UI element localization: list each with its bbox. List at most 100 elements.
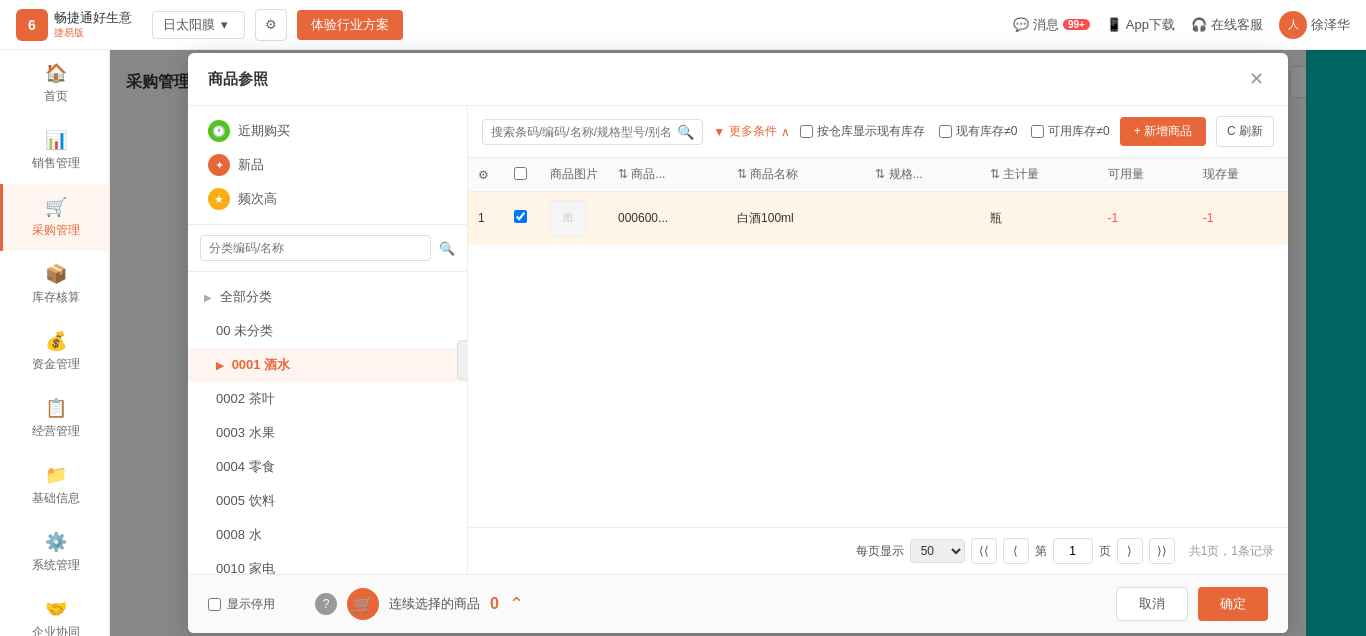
page-total: 共1页，1条记录	[1189, 543, 1274, 560]
modal-header: 商品参照 ✕	[188, 53, 1288, 106]
category-search-input[interactable]	[200, 235, 431, 261]
check-warehouse-label[interactable]: 按仓库显示现有库存	[800, 123, 925, 140]
select-all-checkbox[interactable]	[514, 167, 527, 180]
sidebar-item-basics[interactable]: 📁 基础信息	[0, 452, 109, 519]
user-nav[interactable]: 人 徐泽华	[1279, 11, 1350, 39]
message-nav[interactable]: 💬 消息 99+	[1013, 16, 1090, 34]
modal-title: 商品参照	[208, 70, 268, 89]
brand-text: 畅捷通好生意 捷易版	[54, 10, 132, 40]
cat-tea[interactable]: 0002 茶叶	[188, 382, 467, 416]
logo-icon: 6	[16, 9, 48, 41]
sidebar: 🏠 首页 📊 销售管理 🛒 采购管理 📦 库存核算 💰 资金管理 📋 经营管理 …	[0, 50, 110, 636]
message-icon: 💬	[1013, 17, 1029, 32]
top-nav: 6 畅捷通好生意 捷易版 日太阳膜 ▾ ⚙ 体验行业方案 💬 消息 99+ 📱 …	[0, 0, 1366, 50]
trial-button[interactable]: 体验行业方案	[297, 10, 403, 40]
finance-icon: 💰	[45, 330, 67, 352]
th-spec: ⇅ 规格...	[865, 158, 979, 192]
cat-fruit[interactable]: 0003 水果	[188, 416, 467, 450]
cat-uncategorized[interactable]: 00 未分类	[188, 314, 467, 348]
filter-icon: ▼	[713, 125, 725, 139]
cat-water[interactable]: 0008 水	[188, 518, 467, 552]
sidebar-item-purchase[interactable]: 🛒 采购管理	[0, 184, 109, 251]
sidebar-item-business[interactable]: 📋 经营管理	[0, 385, 109, 452]
row-name: 白酒100ml	[727, 192, 865, 245]
per-page-select[interactable]: 10 20 50 100	[910, 539, 965, 563]
cat-search-icon[interactable]: 🔍	[439, 241, 455, 256]
sidebar-item-inventory[interactable]: 📦 库存核算	[0, 251, 109, 318]
system-icon: ⚙️	[45, 531, 67, 553]
collapse-selected-button[interactable]: ⌃	[509, 593, 524, 615]
company-selector[interactable]: 日太阳膜 ▾	[152, 11, 245, 39]
sort-icon: ⇅	[618, 167, 628, 181]
cat-drinks[interactable]: 0005 饮料	[188, 484, 467, 518]
sidebar-item-system[interactable]: ⚙️ 系统管理	[0, 519, 109, 586]
row-checkbox[interactable]	[504, 192, 540, 245]
product-reference-modal: 商品参照 ✕ 🕐 近期购买 ✦	[188, 53, 1288, 633]
sort-icon4: ⇅	[990, 167, 1000, 181]
new-icon: ✦	[208, 154, 230, 176]
check-available-label[interactable]: 现有库存≠0	[939, 123, 1017, 140]
sidebar-item-collab[interactable]: 🤝 企业协同	[0, 586, 109, 636]
product-search-input[interactable]	[491, 125, 677, 139]
quick-new[interactable]: ✦ 新品	[200, 148, 455, 182]
quick-freq[interactable]: ★ 频次高	[200, 182, 455, 216]
prev-page-button[interactable]: ⟨	[1003, 538, 1029, 564]
help-icon[interactable]: ?	[315, 593, 337, 615]
confirm-button[interactable]: 确定	[1198, 587, 1268, 621]
check-usable-label[interactable]: 可用库存≠0	[1031, 123, 1109, 140]
more-filters-button[interactable]: ▼ 更多条件 ∧	[713, 123, 790, 140]
show-disabled-checkbox[interactable]	[208, 598, 221, 611]
freq-icon: ★	[208, 188, 230, 210]
table-row[interactable]: 1 图 000600... 白酒100ml	[468, 192, 1288, 245]
cancel-button[interactable]: 取消	[1116, 587, 1188, 621]
quick-recent[interactable]: 🕐 近期购买	[200, 114, 455, 148]
app-download-nav[interactable]: 📱 App下载	[1106, 16, 1175, 34]
th-checkbox	[504, 158, 540, 192]
business-icon: 📋	[45, 397, 67, 419]
checkbox-group: 按仓库显示现有库存 现有库存≠0 可用库存≠0	[800, 123, 1110, 140]
product-search-icon[interactable]: 🔍	[677, 124, 694, 140]
content-area: 采购管理 查询 设置 刷新 商品参照 ✕	[110, 50, 1366, 636]
row-select-checkbox[interactable]	[514, 210, 527, 223]
check-warehouse[interactable]	[800, 125, 813, 138]
quick-access: 🕐 近期购买 ✦ 新品 ★ 频次高	[188, 106, 467, 225]
cat-appliance[interactable]: 0010 家电	[188, 552, 467, 574]
cat-snack[interactable]: 0004 零食	[188, 450, 467, 484]
th-product-code: ⇅ 商品...	[608, 158, 727, 192]
sidebar-item-finance[interactable]: 💰 资金管理	[0, 318, 109, 385]
service-nav[interactable]: 🎧 在线客服	[1191, 16, 1263, 34]
row-num: 1	[468, 192, 504, 245]
page-unit: 页	[1099, 543, 1111, 560]
avatar: 人	[1279, 11, 1307, 39]
category-search: 🔍	[188, 225, 467, 272]
cat-arrow-alcohol: ▶	[216, 360, 224, 371]
headset-icon: 🎧	[1191, 17, 1207, 32]
check-usable[interactable]	[1031, 125, 1044, 138]
gear-button[interactable]: ⚙	[255, 9, 287, 41]
cat-alcohol[interactable]: ▶ 0001 酒水	[188, 348, 467, 382]
product-table-body: 1 图 000600... 白酒100ml	[468, 192, 1288, 245]
sidebar-item-sales[interactable]: 📊 销售管理	[0, 117, 109, 184]
first-page-button[interactable]: ⟨⟨	[971, 538, 997, 564]
last-page-button[interactable]: ⟩⟩	[1149, 538, 1175, 564]
row-unit: 瓶	[980, 192, 1098, 245]
logo-area: 6 畅捷通好生意 捷易版	[16, 9, 132, 41]
search-input-wrap: 🔍	[482, 119, 703, 145]
main-layout: 🏠 首页 📊 销售管理 🛒 采购管理 📦 库存核算 💰 资金管理 📋 经营管理 …	[0, 50, 1366, 636]
check-available[interactable]	[939, 125, 952, 138]
sidebar-item-home[interactable]: 🏠 首页	[0, 50, 109, 117]
row-spec	[865, 192, 979, 245]
cat-all[interactable]: ▶ 全部分类	[188, 280, 467, 314]
page-input[interactable]	[1053, 538, 1093, 564]
next-page-button[interactable]: ⟩	[1117, 538, 1143, 564]
th-stock: 现存量	[1193, 158, 1288, 192]
show-disabled-label[interactable]: 显示停用	[208, 596, 275, 613]
refresh-table-button[interactable]: C 刷新	[1216, 116, 1274, 147]
modal-close-button[interactable]: ✕	[1244, 67, 1268, 91]
sort-icon2: ⇅	[737, 167, 747, 181]
product-search-bar: 🔍 ▼ 更多条件 ∧ 按仓库显示现有库存	[468, 106, 1288, 158]
row-available: -1	[1098, 192, 1193, 245]
th-product-image: 商品图片	[540, 158, 608, 192]
collapse-panel-button[interactable]: 《	[457, 340, 468, 380]
add-product-button[interactable]: + 新增商品	[1120, 117, 1206, 146]
